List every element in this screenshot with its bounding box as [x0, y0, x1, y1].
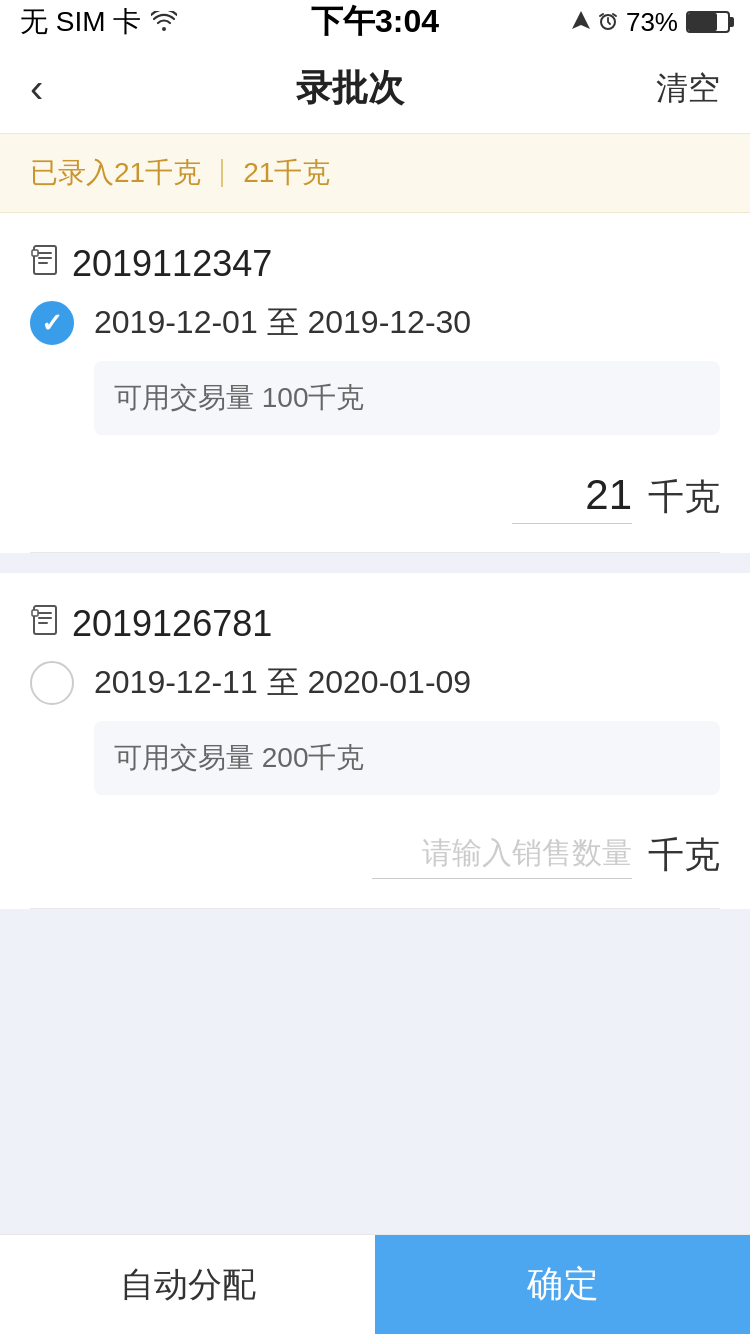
wifi-icon — [151, 6, 177, 38]
info-banner: 已录入21千克 21千克 — [0, 134, 750, 213]
time-display: 下午3:04 — [311, 0, 439, 44]
unit-label-1: 千克 — [648, 473, 720, 522]
bottom-bar: 自动分配 确定 — [0, 1234, 750, 1334]
batch-id-1: 2019112347 — [72, 243, 272, 285]
batch-item-1: 2019112347 ✓ 2019-12-01 至 2019-12-30 可用交… — [0, 213, 750, 553]
quantity-underline-1 — [512, 523, 632, 524]
clear-button[interactable]: 清空 — [656, 67, 720, 111]
status-left: 无 SIM 卡 — [20, 3, 177, 41]
battery-label: 73% — [626, 7, 678, 38]
page-title: 录批次 — [296, 64, 404, 113]
batch-date-1: 2019-12-01 至 2019-12-30 — [94, 301, 471, 345]
status-right: 73% — [572, 7, 730, 38]
radio-unselected-2[interactable] — [30, 661, 74, 705]
batch-header-2: 2019126781 — [30, 603, 720, 645]
status-bar: 无 SIM 卡 下午3:04 73% — [0, 0, 750, 44]
quantity-underline-2 — [372, 878, 632, 879]
svg-rect-7 — [38, 612, 52, 614]
back-button[interactable]: ‹ — [30, 66, 43, 111]
alarm-icon — [598, 7, 618, 38]
batch-header-1: 2019112347 — [30, 243, 720, 285]
batch-item-2: 2019126781 2019-12-11 至 2020-01-09 可用交易量… — [0, 573, 750, 909]
batch-date-2: 2019-12-11 至 2020-01-09 — [94, 661, 471, 705]
checkmark-icon-1: ✓ — [41, 308, 63, 339]
batch-quantity-row-1: 21 千克 — [30, 455, 720, 553]
svg-rect-4 — [38, 262, 48, 264]
batch-id-2: 2019126781 — [72, 603, 272, 645]
svg-rect-8 — [38, 617, 52, 619]
content-wrapper: 已录入21千克 21千克 2019112347 ✓ 2019-12-01 至 2… — [0, 134, 750, 1334]
banner-divider — [221, 159, 223, 187]
battery-icon — [686, 11, 730, 33]
quantity-value-1: 21 — [585, 471, 632, 519]
batch-doc-icon-1 — [30, 243, 62, 285]
svg-rect-3 — [38, 257, 52, 259]
batch-available-2: 可用交易量 200千克 — [94, 721, 720, 795]
batch-doc-icon-2 — [30, 603, 62, 645]
batch-quantity-row-2: 请输入销售数量 千克 — [30, 815, 720, 909]
svg-rect-10 — [32, 610, 38, 616]
unit-label-2: 千克 — [648, 831, 720, 880]
batch-date-row-2[interactable]: 2019-12-11 至 2020-01-09 — [30, 661, 720, 705]
batch-separator — [0, 553, 750, 573]
confirm-button[interactable]: 确定 — [375, 1235, 750, 1334]
batch-date-row-1[interactable]: ✓ 2019-12-01 至 2019-12-30 — [30, 301, 720, 345]
location-icon — [572, 7, 590, 38]
carrier-label: 无 SIM 卡 — [20, 3, 141, 41]
radio-selected-1[interactable]: ✓ — [30, 301, 74, 345]
recorded-label: 已录入21千克 — [30, 154, 201, 192]
auto-distribute-button[interactable]: 自动分配 — [0, 1235, 375, 1334]
recorded-value: 21千克 — [243, 154, 330, 192]
svg-rect-9 — [38, 622, 48, 624]
svg-rect-2 — [38, 252, 52, 254]
svg-rect-5 — [32, 250, 38, 256]
batch-available-1: 可用交易量 100千克 — [94, 361, 720, 435]
nav-bar: ‹ 录批次 清空 — [0, 44, 750, 134]
quantity-placeholder-2[interactable]: 请输入销售数量 — [422, 833, 632, 874]
